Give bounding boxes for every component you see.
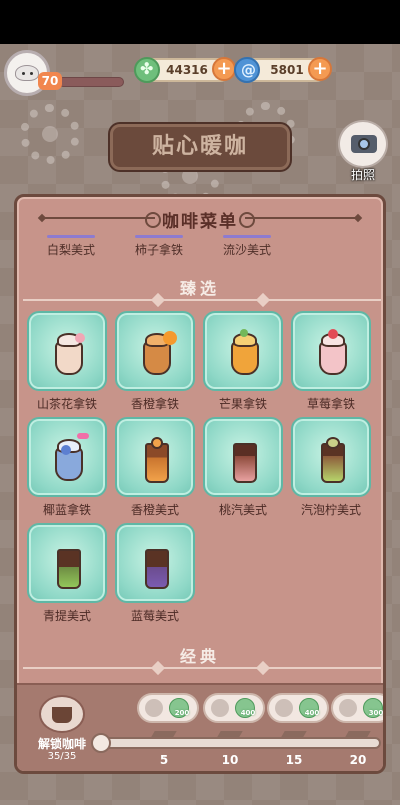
menu-item[interactable]: 青提美式 — [27, 523, 107, 627]
menu-item-label: 香橙美式 — [130, 503, 179, 517]
menu-item-tile — [115, 311, 195, 391]
menu-item[interactable]: 桃汽美式 — [203, 417, 283, 521]
menu-item-label: 芒果拿铁 — [218, 397, 267, 411]
menu-item-label: 青提美式 — [42, 609, 91, 623]
section-title-classic: 经典 — [179, 647, 220, 666]
coconut-blue-latte-icon — [51, 433, 89, 483]
menu-item-tile — [203, 311, 283, 391]
menu-item-label: 香橙拿铁 — [130, 397, 179, 411]
menu-item-label: 山茶花拿铁 — [36, 397, 97, 411]
menu-item[interactable]: 蓝莓美式 — [115, 523, 195, 627]
peach-soda-americano-icon — [227, 437, 263, 483]
menu-item-label: 白梨美式 — [27, 235, 115, 258]
menu-item-label: 草莓拿铁 — [306, 397, 355, 411]
game-screen: 70 44316 + 5801 + 贴心暖咖 拍照 咖啡菜单 白梨美式 柿子拿铁… — [0, 0, 400, 805]
milestone-label: 20 — [349, 753, 367, 767]
reward-amount: 300 — [368, 709, 384, 717]
unlock-label: 解锁咖啡 — [37, 737, 86, 751]
reward-amount: 200 — [174, 709, 190, 717]
menu-item[interactable]: 山茶花拿铁 — [27, 311, 107, 415]
reward-slot[interactable]: 400 — [203, 693, 265, 723]
menu-item-tile — [115, 417, 195, 497]
green-grape-americano-icon — [51, 543, 87, 589]
gear-decoration — [20, 104, 80, 164]
milestone-marker — [283, 729, 305, 739]
track-knob — [91, 733, 111, 753]
camera-label: 拍照 — [350, 168, 375, 182]
reward-amount: 400 — [240, 709, 256, 717]
status-bar — [0, 0, 400, 44]
cat-icon — [145, 699, 163, 717]
unlock-count: 35/35 — [47, 751, 77, 762]
menu-header: 咖啡菜单 — [17, 197, 383, 239]
menu-item-tile — [27, 417, 107, 497]
swirl-amount: 5801 — [270, 63, 304, 77]
menu-item-tile — [291, 311, 371, 391]
menu-item[interactable]: 香橙拿铁 — [115, 311, 195, 415]
cat-face-icon — [15, 65, 39, 81]
blueberry-americano-icon — [139, 543, 175, 589]
clover-icon — [134, 57, 160, 83]
add-clover-button[interactable]: + — [212, 57, 236, 81]
menu-item-label: 流沙美式 — [203, 235, 291, 258]
menu-item-tile — [27, 523, 107, 603]
menu-item-tile — [27, 311, 107, 391]
milestone-label: 15 — [285, 753, 303, 767]
reward-amount: 400 — [304, 709, 320, 717]
menu-item[interactable]: 椰蓝拿铁 — [27, 417, 107, 521]
menu-title: 咖啡菜单 — [162, 212, 238, 232]
add-swirl-button[interactable]: + — [308, 57, 332, 81]
milestone-label: 5 — [159, 753, 169, 767]
coffee-cup-icon — [39, 695, 85, 733]
milestone-label: 10 — [221, 753, 239, 767]
clover-amount: 44316 — [166, 63, 208, 77]
menu-item-label: 汽泡柠美式 — [300, 503, 361, 517]
reward-slot[interactable]: 200 — [137, 693, 199, 723]
coffee-menu-panel: 咖啡菜单 白梨美式 柿子拿铁 流沙美式 臻选 山茶花拿铁 香橙拿铁 芒果拿铁 草… — [14, 194, 386, 774]
reward-slot[interactable]: 400 — [267, 693, 329, 723]
menu-item-label: 柿子拿铁 — [115, 235, 203, 258]
clover-currency: 44316 + — [134, 57, 236, 83]
menu-item-label: 蓝莓美式 — [130, 609, 179, 623]
orange-latte-icon — [139, 331, 177, 377]
reward-slot[interactable]: 300 — [331, 693, 384, 723]
mango-latte-icon — [227, 329, 263, 377]
unlock-progress-bar: 解锁咖啡 35/35 200 400 400 300 5 10 15 20 — [17, 683, 384, 771]
section-title-selected: 臻选 — [179, 279, 220, 298]
drink-icon — [339, 699, 357, 717]
swirl-currency: 5801 + — [234, 57, 332, 83]
menu-item-tile — [203, 417, 283, 497]
section-divider — [23, 292, 381, 308]
shop-sign-text: 贴心暖咖 — [151, 134, 248, 159]
menu-item[interactable]: 汽泡柠美式 — [291, 417, 371, 521]
flourish-right — [239, 212, 355, 228]
menu-item-tile — [291, 417, 371, 497]
experience-bar — [58, 77, 124, 87]
strawberry-latte-icon — [315, 329, 351, 377]
level-badge: 70 — [38, 72, 62, 90]
menu-item-tile — [115, 523, 195, 603]
menu-item-label: 桃汽美式 — [218, 503, 267, 517]
shop-sign: 贴心暖咖 — [110, 124, 290, 170]
camera-button[interactable] — [338, 120, 388, 168]
previous-row-labels: 白梨美式 柿子拿铁 流沙美式 — [17, 235, 383, 261]
menu-item-label: 椰蓝拿铁 — [42, 503, 91, 517]
swirl-icon — [234, 57, 260, 83]
menu-item[interactable]: 香橙美式 — [115, 417, 195, 521]
plant-icon — [275, 699, 293, 717]
milestone-marker — [347, 729, 369, 739]
plate-icon — [211, 699, 229, 717]
latte-cup-icon — [51, 331, 87, 377]
menu-item[interactable]: 草莓拿铁 — [291, 311, 371, 415]
milestone-marker — [153, 729, 175, 739]
menu-item[interactable]: 芒果拿铁 — [203, 311, 283, 415]
milestone-marker — [219, 729, 241, 739]
sparkling-lemon-americano-icon — [315, 437, 351, 483]
section-divider — [23, 660, 381, 676]
orange-americano-icon — [139, 437, 175, 483]
